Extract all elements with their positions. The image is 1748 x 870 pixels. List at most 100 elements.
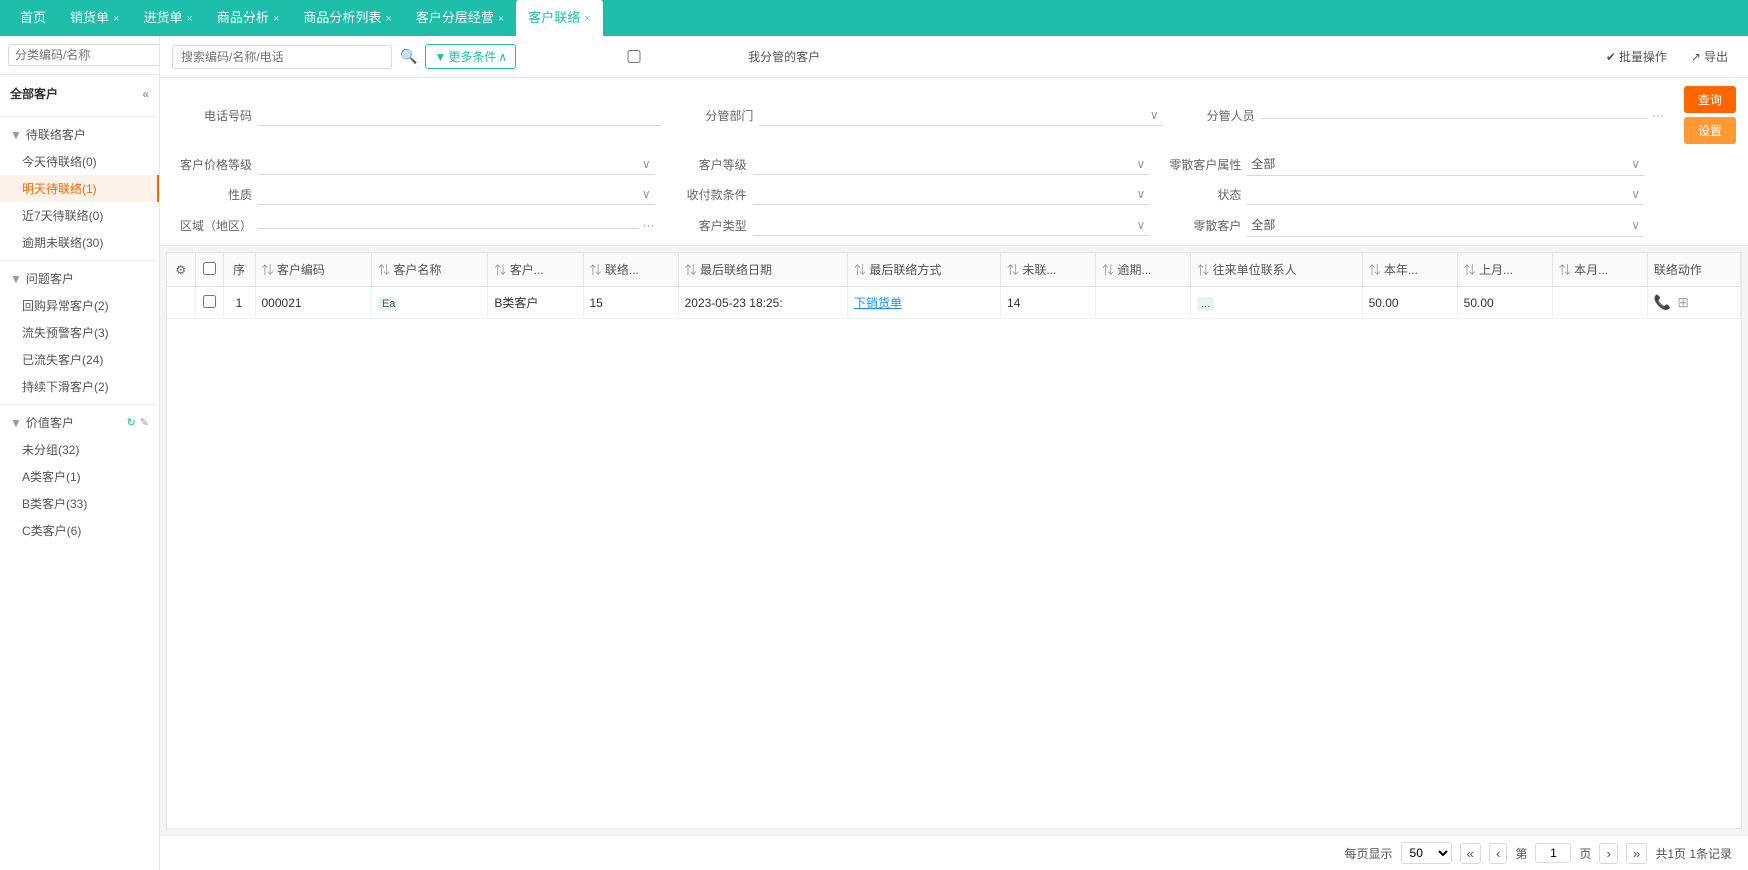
filter-nature-select[interactable]: ∨ [258, 184, 655, 205]
my-customers-checkbox[interactable] [524, 50, 744, 63]
nav-sales-order-close[interactable]: × [113, 13, 119, 25]
filter-customer-level-select[interactable]: ∨ [753, 154, 1150, 175]
filter-payment: 收付款条件 ∨ [667, 184, 1150, 205]
sidebar-all-customers[interactable]: 全部客户 « [0, 79, 159, 108]
sidebar-item-a-class[interactable]: A类客户(1) [0, 463, 159, 490]
nav-purchase-order-close[interactable]: × [186, 13, 192, 25]
sidebar-item-repurchase-abnormal[interactable]: 回购异常客户(2) [0, 292, 159, 319]
nav-customer-segmentation-close[interactable]: × [498, 13, 504, 25]
action-more-icon[interactable]: ⊞ [1677, 294, 1689, 311]
filter-payment-select[interactable]: ∨ [753, 184, 1150, 205]
page-number-input[interactable] [1535, 843, 1571, 863]
dept-arrow-icon: ∨ [1150, 108, 1159, 122]
th-type: ⇅ 客户... [488, 253, 583, 287]
settings-button[interactable]: 设置 [1684, 117, 1736, 144]
filter-price-level-select[interactable]: ∨ [258, 154, 655, 175]
th-not-contacted: ⇅ 未联... [1001, 253, 1096, 287]
sidebar-item-churn-warning[interactable]: 流失预警客户(3) [0, 319, 159, 346]
next-page-button[interactable]: › [1599, 843, 1617, 864]
sidebar-value-group[interactable]: ▼ 价值客户 ↻ ✎ [0, 409, 159, 436]
sidebar-problem-group[interactable]: ▼ 问题客户 [0, 265, 159, 292]
nav-customer-segmentation[interactable]: 客户分层经营× [404, 0, 516, 36]
sidebar-search-input[interactable] [8, 44, 160, 66]
filter-row-4: 区域（地区） ··· 客户类型 ∨ 零散客户 全部∨ [172, 213, 1736, 237]
row-last-contact-date: 2023-05-23 18:25: [678, 287, 847, 319]
sidebar-item-today-pending[interactable]: 今天待联络(0) [0, 148, 159, 175]
filter-retail-customer-label: 零散客户 [1161, 217, 1241, 234]
collapse-icon[interactable]: « [142, 87, 149, 101]
filter-retail-attr-select[interactable]: 全部∨ [1247, 152, 1644, 176]
nav-sales-order[interactable]: 销货单× [58, 0, 131, 36]
page-size-select[interactable]: 50 100 200 [1401, 842, 1452, 864]
customer-table: ⚙ 序 ⇅ 客户编码 ⇅ [167, 253, 1741, 319]
th-contact-person: ⇅ 往来单位联系人 [1191, 253, 1362, 287]
row-contact-person: ... [1191, 287, 1362, 319]
nav-product-analysis-list[interactable]: 商品分析列表× [291, 0, 403, 36]
row-check[interactable] [195, 287, 223, 319]
sidebar-item-c-class[interactable]: C类客户(6) [0, 517, 159, 544]
select-all-checkbox[interactable] [203, 262, 216, 275]
sidebar-item-declining[interactable]: 持续下滑客户(2) [0, 373, 159, 400]
table-header-row: ⚙ 序 ⇅ 客户编码 ⇅ [167, 253, 1741, 287]
main-search-icon[interactable]: 🔍 [400, 48, 417, 65]
row-name[interactable]: Ea [371, 287, 487, 319]
main-search-input[interactable] [172, 45, 392, 69]
sort-icon-contacts: ⇅ [590, 263, 602, 277]
filter-nature: 性质 ∨ [172, 184, 655, 205]
row-last-contact-method[interactable]: 下销货单 [847, 287, 1000, 319]
row-checkbox[interactable] [203, 295, 216, 308]
row-code[interactable]: 000021 [255, 287, 371, 319]
value-arrow-icon: ▼ [10, 416, 22, 430]
filter-retail-customer: 零散客户 全部∨ [1161, 213, 1644, 237]
filter-region-ellipsis[interactable]: ··· [643, 218, 655, 232]
nav-customer-contact[interactable]: 客户联络× [516, 0, 602, 36]
export-button[interactable]: ↗ 导出 [1683, 45, 1736, 68]
sidebar-pending-group[interactable]: ▼ 待联络客户 [0, 121, 159, 148]
sidebar-item-7day-pending[interactable]: 近7天待联络(0) [0, 202, 159, 229]
th-last-contact-method: ⇅ 最后联络方式 [847, 253, 1000, 287]
nav-customer-contact-close[interactable]: × [584, 13, 590, 25]
sidebar-item-tomorrow-pending[interactable]: 明天待联络(1) [0, 175, 159, 202]
nav-product-analysis[interactable]: 商品分析× [205, 0, 291, 36]
filter-manager-label: 分管人员 [1175, 107, 1255, 124]
batch-operation-button[interactable]: ✔ 批量操作 [1598, 45, 1675, 68]
th-code: ⇅ 客户编码 [255, 253, 371, 287]
filter-phone-input[interactable] [258, 105, 661, 126]
prev-page-button[interactable]: ‹ [1489, 843, 1507, 864]
sidebar-item-b-class[interactable]: B类客户(33) [0, 490, 159, 517]
filter-dept-select[interactable]: ∨ [759, 105, 1162, 126]
filter-customer-type: 客户类型 ∨ [667, 215, 1150, 236]
sidebar-item-ungrouped[interactable]: 未分组(32) [0, 436, 159, 463]
page-label: 第 [1515, 845, 1527, 862]
more-filters-button[interactable]: ▼ 更多条件 ∧ [425, 44, 516, 69]
nav-purchase-order[interactable]: 进货单× [131, 0, 204, 36]
nav-product-analysis-close[interactable]: × [273, 13, 279, 25]
th-settings[interactable]: ⚙ [167, 253, 195, 287]
first-page-button[interactable]: « [1460, 843, 1481, 864]
sidebar-item-overdue-pending[interactable]: 逾期未联络(30) [0, 229, 159, 256]
filter-manager-ellipsis[interactable]: ··· [1652, 108, 1664, 122]
pending-arrow-icon: ▼ [10, 128, 22, 142]
value-group-refresh[interactable]: ↻ [127, 416, 136, 429]
filter-customer-type-select[interactable]: ∨ [753, 215, 1150, 236]
filter-retail-customer-select[interactable]: 全部∨ [1247, 213, 1644, 237]
filter-status-select[interactable]: ∨ [1247, 184, 1644, 205]
last-page-button[interactable]: » [1626, 843, 1647, 864]
value-group-edit[interactable]: ✎ [140, 416, 149, 429]
gear-icon[interactable]: ⚙ [175, 263, 186, 277]
query-button[interactable]: 查询 [1684, 86, 1736, 113]
filter-region-select[interactable] [258, 222, 639, 229]
sidebar-item-churned[interactable]: 已流失客户(24) [0, 346, 159, 373]
filter-manager-select[interactable] [1261, 112, 1648, 119]
th-this-month: ⇅ 本月... [1552, 253, 1647, 287]
nav-home[interactable]: 首页 [8, 0, 58, 36]
sort-icon-name: ⇅ [378, 263, 390, 277]
last-contact-method-link[interactable]: 下销货单 [854, 296, 902, 310]
filter-region-label: 区域（地区） [172, 217, 252, 234]
top-navigation: 首页 销货单× 进货单× 商品分析× 商品分析列表× 客户分层经营× 客户联络× [0, 0, 1748, 36]
filter-row-3: 性质 ∨ 收付款条件 ∨ 状态 ∨ [172, 184, 1736, 205]
nav-product-analysis-list-close[interactable]: × [385, 13, 391, 25]
row-action: 📞 ⊞ [1647, 287, 1740, 319]
th-check[interactable] [195, 253, 223, 287]
action-call-icon[interactable]: 📞 [1654, 294, 1671, 311]
